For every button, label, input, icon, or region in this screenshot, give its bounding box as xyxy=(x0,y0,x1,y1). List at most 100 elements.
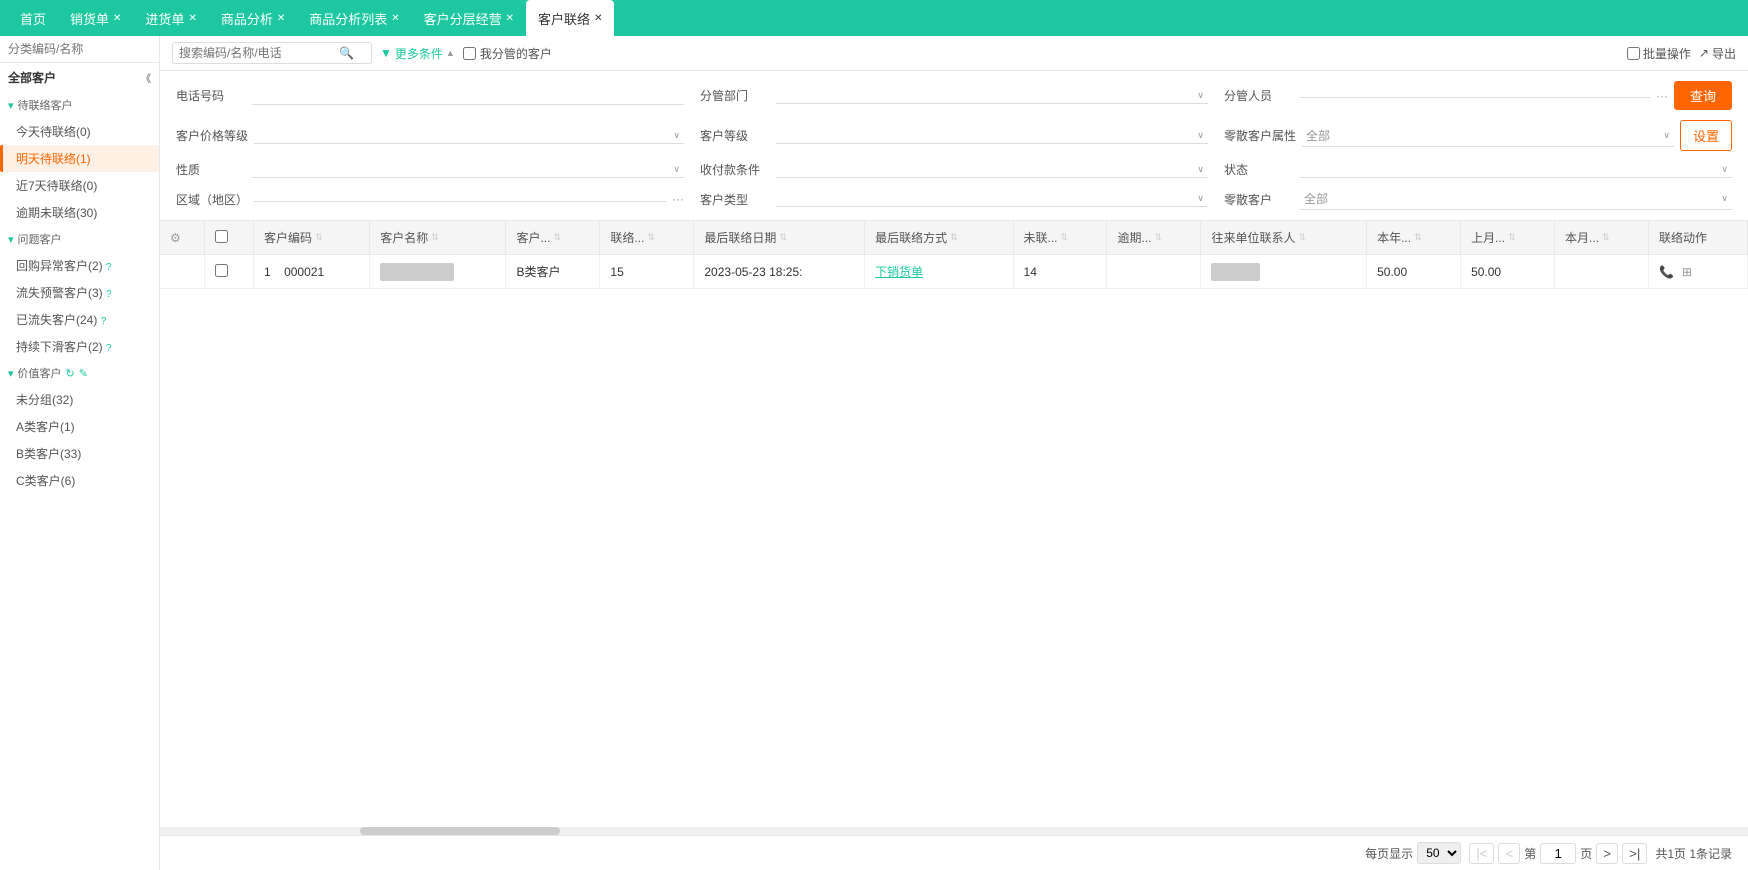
search-input[interactable] xyxy=(179,46,339,60)
region-input[interactable] xyxy=(254,197,666,202)
row-last-method-link[interactable]: 下销货单 xyxy=(875,265,923,279)
nav-sales[interactable]: 销货单 ✕ xyxy=(58,0,133,36)
sidebar-item-week[interactable]: 近7天待联络(0) xyxy=(0,172,159,199)
type-sort-icon: ⇅ xyxy=(553,232,561,243)
col-contact-count[interactable]: 联络... ⇅ xyxy=(600,221,694,255)
col-code[interactable]: 客户编码 ⇅ xyxy=(254,221,370,255)
close-customer-contact-tab[interactable]: ✕ xyxy=(594,13,602,24)
close-customer-tier-tab[interactable]: ✕ xyxy=(506,13,514,24)
sidebar-pending-group: 待联络客户 xyxy=(0,92,159,118)
col-last-method[interactable]: 最后联络方式 ⇅ xyxy=(865,221,1013,255)
col-uncontacted[interactable]: 未联... ⇅ xyxy=(1013,221,1107,255)
retail-customer-select[interactable]: 全部 ∨ xyxy=(1300,188,1732,210)
sidebar-item-ungroup[interactable]: 未分组(32) xyxy=(0,386,159,413)
page-input[interactable] xyxy=(1540,843,1576,864)
sidebar-search-input[interactable] xyxy=(8,42,160,56)
nav-goods-analysis[interactable]: 商品分析 ✕ xyxy=(209,0,297,36)
person-dots[interactable]: ··· xyxy=(1656,89,1668,103)
batch-button[interactable]: 批量操作 xyxy=(1627,45,1691,62)
phone-input[interactable] xyxy=(252,86,684,105)
sidebar-item-lost[interactable]: 已流失客户(24) ? xyxy=(0,306,159,333)
row-name: ████ xyxy=(370,255,506,289)
filter-person: 分管人员 ··· 查询 xyxy=(1224,81,1732,110)
nav-home[interactable]: 首页 xyxy=(8,0,58,36)
row-type: B类客户 xyxy=(506,255,600,289)
batch-checkbox[interactable] xyxy=(1627,47,1640,60)
next-page-button[interactable]: > xyxy=(1596,843,1618,864)
col-last-date[interactable]: 最后联络日期 ⇅ xyxy=(694,221,865,255)
col-unit-contact[interactable]: 往来单位联系人 ⇅ xyxy=(1201,221,1367,255)
dept-select[interactable]: ∨ xyxy=(776,88,1208,104)
sidebar-item-class-b[interactable]: B类客户(33) xyxy=(0,440,159,467)
first-page-button[interactable]: |< xyxy=(1469,843,1494,864)
nav-customer-tier[interactable]: 客户分层经营 ✕ xyxy=(412,0,526,36)
settings-button[interactable]: 设置 xyxy=(1680,120,1732,151)
gear-icon[interactable]: ⚙ xyxy=(170,231,181,245)
sidebar-item-repurchase[interactable]: 回购异常客户(2) ? xyxy=(0,252,159,279)
sidebar-item-class-c[interactable]: C类客户(6) xyxy=(0,467,159,494)
status-chevron: ∨ xyxy=(1721,164,1728,175)
per-page-select[interactable]: 50 xyxy=(1417,842,1461,864)
scrollbar-thumb[interactable] xyxy=(360,827,560,835)
query-button[interactable]: 查询 xyxy=(1674,81,1732,110)
col-checkbox xyxy=(205,221,254,255)
col-this-month[interactable]: 本月... ⇅ xyxy=(1555,221,1649,255)
row-last-method[interactable]: 下销货单 xyxy=(865,255,1013,289)
row-overdue xyxy=(1107,255,1201,289)
sidebar-item-today[interactable]: 今天待联络(0) xyxy=(0,118,159,145)
gender-chevron: ∨ xyxy=(673,164,680,175)
retail-attr-select[interactable]: 全部 ∨ xyxy=(1302,125,1674,147)
per-page-selector: 每页显示 50 xyxy=(1365,842,1461,864)
action-phone-icon[interactable]: 📞 xyxy=(1659,265,1674,279)
gender-select[interactable]: ∨ xyxy=(252,162,684,178)
horizontal-scrollbar[interactable] xyxy=(160,827,1748,835)
edit-value-icon[interactable]: ✎ xyxy=(79,367,88,380)
status-select[interactable]: ∨ xyxy=(1300,162,1732,178)
last-page-button[interactable]: >| xyxy=(1622,843,1647,864)
last-method-sort-icon: ⇅ xyxy=(950,232,958,243)
my-customers-check[interactable] xyxy=(463,47,476,60)
sidebar-item-overdue[interactable]: 逾期未联络(30) xyxy=(0,199,159,226)
action-grid-icon[interactable]: ⊞ xyxy=(1682,265,1692,279)
customer-level-select[interactable]: ∨ xyxy=(776,128,1208,144)
col-overdue[interactable]: 逾期... ⇅ xyxy=(1107,221,1201,255)
total-records: 共1页 1条记录 xyxy=(1655,845,1732,862)
sidebar-all-customers[interactable]: 全部客户 《 xyxy=(0,63,159,92)
sidebar-item-declining[interactable]: 持续下滑客户(2) ? xyxy=(0,333,159,360)
region-dots[interactable]: ··· xyxy=(672,192,684,206)
sidebar-item-lostwarning[interactable]: 流失预警客户(3) ? xyxy=(0,279,159,306)
filter-button[interactable]: ▼ 更多条件 ▲ xyxy=(380,45,455,62)
select-all-checkbox[interactable] xyxy=(215,230,228,243)
close-goods-list-tab[interactable]: ✕ xyxy=(391,13,399,24)
overdue-sort-icon: ⇅ xyxy=(1155,232,1163,243)
nav-goods-list[interactable]: 商品分析列表 ✕ xyxy=(297,0,411,36)
nav-purchase[interactable]: 进货单 ✕ xyxy=(133,0,208,36)
prev-page-button[interactable]: < xyxy=(1498,843,1520,864)
refresh-icon[interactable]: ↻ xyxy=(66,367,75,380)
filter-gender: 性质 ∨ xyxy=(176,161,684,178)
row-checkbox xyxy=(205,255,254,289)
close-purchase-tab[interactable]: ✕ xyxy=(188,13,196,24)
close-goods-analysis-tab[interactable]: ✕ xyxy=(277,13,285,24)
price-level-select[interactable]: ∨ xyxy=(254,128,684,144)
filter-price-level: 客户价格等级 ∨ xyxy=(176,120,684,151)
col-type[interactable]: 客户... ⇅ xyxy=(506,221,600,255)
row-select-checkbox[interactable] xyxy=(215,264,228,277)
row-year-amount: 50.00 xyxy=(1367,255,1461,289)
payment-select[interactable]: ∨ xyxy=(776,162,1208,178)
sidebar-item-tomorrow[interactable]: 明天待联络(1) xyxy=(0,145,159,172)
close-sales-tab[interactable]: ✕ xyxy=(113,13,121,24)
col-year-amount[interactable]: 本年... ⇅ xyxy=(1367,221,1461,255)
customer-type-select[interactable]: ∨ xyxy=(776,191,1208,207)
sidebar-item-class-a[interactable]: A类客户(1) xyxy=(0,413,159,440)
col-name[interactable]: 客户名称 ⇅ xyxy=(370,221,506,255)
toolbar: 🔍 ▼ 更多条件 ▲ 我分管的客户 批量操作 ↗ 导出 xyxy=(160,36,1748,71)
row-this-month xyxy=(1555,255,1649,289)
nav-customer-contact[interactable]: 客户联络 ✕ xyxy=(526,0,614,36)
person-input[interactable] xyxy=(1300,93,1650,98)
region-label: 区域（地区） xyxy=(176,191,248,208)
col-last-month[interactable]: 上月... ⇅ xyxy=(1461,221,1555,255)
export-button[interactable]: ↗ 导出 xyxy=(1699,45,1736,62)
search-icon[interactable]: 🔍 xyxy=(339,46,354,60)
my-customers-checkbox[interactable]: 我分管的客户 xyxy=(463,45,552,62)
